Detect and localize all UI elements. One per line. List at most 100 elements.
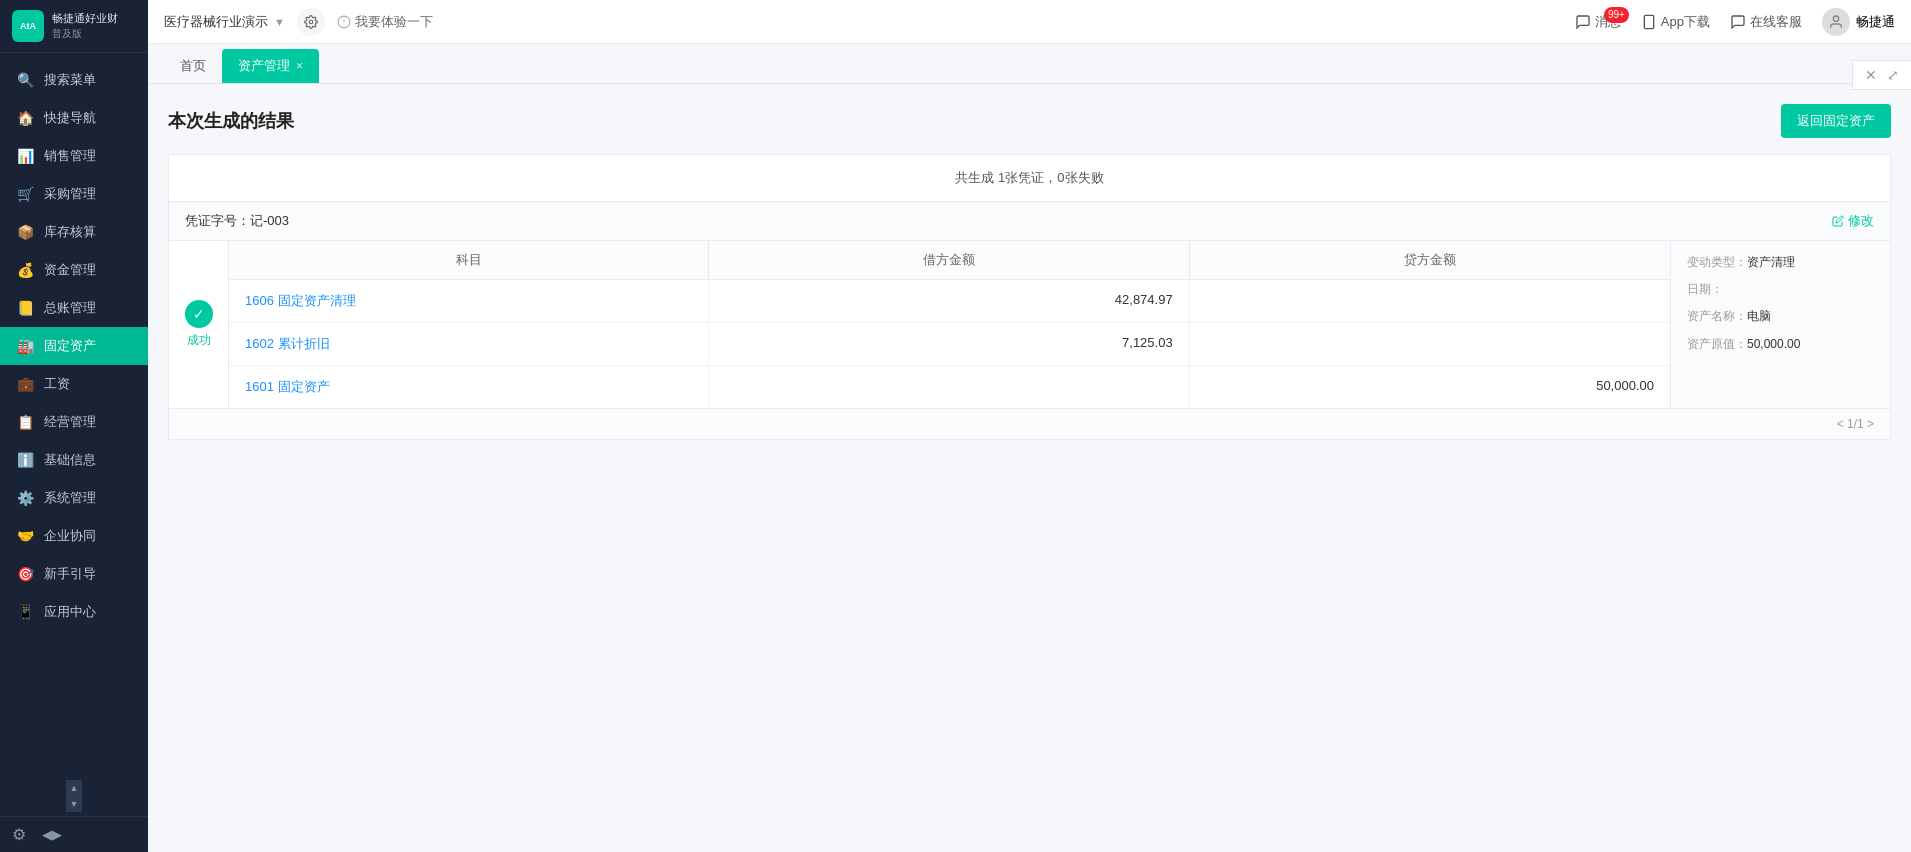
sidebar-bottom: ⚙ ◀▶ xyxy=(0,816,148,852)
sidebar-menu: 🔍 搜索菜单 🏠 快捷导航 📊 销售管理 🛒 采购管理 📦 库存核算 💰 资金管… xyxy=(0,53,148,776)
tab-active-label: 资产管理 xyxy=(238,57,290,75)
summary-text: 共生成 1张凭证，0张失败 xyxy=(955,170,1103,185)
fixed-assets-icon: 🏭 xyxy=(16,337,34,355)
tab-home-label: 首页 xyxy=(180,58,206,73)
tab-asset-management[interactable]: 资产管理 × xyxy=(222,49,319,83)
scroll-down-icon[interactable]: ▼ xyxy=(66,796,82,812)
edit-button[interactable]: 修改 xyxy=(1832,212,1874,230)
original-value-row: 资产原值： 50,000.00 xyxy=(1687,335,1874,354)
basic-info-icon: ℹ️ xyxy=(16,451,34,469)
page-title: 本次生成的结果 xyxy=(168,109,294,133)
sidebar-item-payroll[interactable]: 💼 工资 xyxy=(0,365,148,403)
sidebar-item-guide[interactable]: 🎯 新手引导 xyxy=(0,555,148,593)
purchase-icon: 🛒 xyxy=(16,185,34,203)
sidebar-label-enterprise: 企业协同 xyxy=(44,527,96,545)
svg-rect-4 xyxy=(1644,15,1653,28)
subject-cell-0[interactable]: 1606 固定资产清理 xyxy=(229,280,709,322)
close-window-icon[interactable]: ✕ xyxy=(1861,65,1881,85)
topbar: 医疗器械行业演示 ▼ 我要体验一下 消息 99+ App下载 在线客 xyxy=(148,0,1911,44)
edit-label: 修改 xyxy=(1848,212,1874,230)
table-row: 1601 固定资产 50,000.00 xyxy=(229,366,1670,408)
sidebar-item-sales[interactable]: 📊 销售管理 xyxy=(0,137,148,175)
main-content: 医疗器械行业演示 ▼ 我要体验一下 消息 99+ App下载 在线客 xyxy=(148,0,1911,852)
window-controls: ✕ ⤢ xyxy=(1852,60,1911,90)
inventory-icon: 📦 xyxy=(16,223,34,241)
sidebar-item-enterprise[interactable]: 🤝 企业协同 xyxy=(0,517,148,555)
quick-nav-icon: 🏠 xyxy=(16,109,34,127)
logo-sub: 普及版 xyxy=(52,27,118,41)
sidebar-label-guide: 新手引导 xyxy=(44,565,96,583)
sidebar-item-search[interactable]: 🔍 搜索菜单 xyxy=(0,61,148,99)
table-row: 1602 累计折旧 7,125.03 xyxy=(229,323,1670,366)
svg-point-0 xyxy=(309,20,313,24)
sales-icon: 📊 xyxy=(16,147,34,165)
status-text: 成功 xyxy=(187,332,211,349)
sidebar-item-quick-nav[interactable]: 🏠 快捷导航 xyxy=(0,99,148,137)
date-row: 日期： xyxy=(1687,280,1874,299)
debit-cell-1: 7,125.03 xyxy=(709,323,1189,365)
experience-button[interactable]: 我要体验一下 xyxy=(337,13,433,31)
change-type-label: 变动类型： xyxy=(1687,253,1747,272)
change-type-value: 资产清理 xyxy=(1747,253,1795,272)
collapse-icon[interactable]: ◀▶ xyxy=(42,827,62,842)
payroll-icon: 💼 xyxy=(16,375,34,393)
app-logo: AtA 畅捷通好业财 普及版 xyxy=(0,0,148,53)
sidebar-item-inventory[interactable]: 📦 库存核算 xyxy=(0,213,148,251)
finance-icon: 💰 xyxy=(16,261,34,279)
expand-window-icon[interactable]: ⤢ xyxy=(1883,65,1903,85)
sidebar-item-system[interactable]: ⚙️ 系统管理 xyxy=(0,479,148,517)
voucher-number: 凭证字号：记-003 xyxy=(185,212,289,230)
ledger-icon: 📒 xyxy=(16,299,34,317)
info-panel: 变动类型： 资产清理 日期： 资产名称： 电脑 资产原值： 50,000.00 xyxy=(1670,241,1890,408)
tab-close-icon[interactable]: × xyxy=(296,59,303,73)
voucher-status: ✓ 成功 xyxy=(169,241,229,408)
table-header-cell: 贷方金额 xyxy=(1190,241,1670,279)
sidebar-label-purchase: 采购管理 xyxy=(44,185,96,203)
settings-button[interactable] xyxy=(297,8,325,36)
app-download-label: App下载 xyxy=(1661,13,1710,31)
company-name: 医疗器械行业演示 xyxy=(164,13,268,31)
sidebar-item-purchase[interactable]: 🛒 采购管理 xyxy=(0,175,148,213)
original-value-label: 资产原值： xyxy=(1687,335,1747,354)
sidebar-label-finance: 资金管理 xyxy=(44,261,96,279)
sidebar-item-finance[interactable]: 💰 资金管理 xyxy=(0,251,148,289)
online-support-label: 在线客服 xyxy=(1750,13,1802,31)
svg-point-6 xyxy=(1833,16,1838,21)
subject-cell-1[interactable]: 1602 累计折旧 xyxy=(229,323,709,365)
scroll-up-icon[interactable]: ▲ xyxy=(66,780,82,796)
logo-icon: AtA xyxy=(12,10,44,42)
asset-name-label: 资产名称： xyxy=(1687,307,1747,326)
sidebar-item-ledger[interactable]: 📒 总账管理 xyxy=(0,289,148,327)
user-info[interactable]: 畅捷通 xyxy=(1822,8,1895,36)
sidebar-label-ledger: 总账管理 xyxy=(44,299,96,317)
table-header: 科目借方金额贷方金额 xyxy=(229,241,1670,280)
sidebar-label-search: 搜索菜单 xyxy=(44,71,96,89)
table-row: 1606 固定资产清理 42,874.97 xyxy=(229,280,1670,323)
pagination[interactable]: < 1/1 > xyxy=(169,408,1890,439)
table-rows: 1606 固定资产清理 42,874.97 1602 累计折旧 7,125.03… xyxy=(229,280,1670,408)
user-name: 畅捷通 xyxy=(1856,13,1895,31)
enterprise-icon: 🤝 xyxy=(16,527,34,545)
voucher-body: ✓ 成功 科目借方金额贷方金额 1606 固定资产清理 42,874.97 16… xyxy=(169,241,1890,408)
settings-gear-icon[interactable]: ⚙ xyxy=(12,825,26,844)
date-label: 日期： xyxy=(1687,280,1747,299)
user-avatar xyxy=(1822,8,1850,36)
back-button[interactable]: 返回固定资产 xyxy=(1781,104,1891,138)
sidebar-label-app-center: 应用中心 xyxy=(44,603,96,621)
subject-cell-2[interactable]: 1601 固定资产 xyxy=(229,366,709,408)
company-selector[interactable]: 医疗器械行业演示 ▼ xyxy=(164,13,285,31)
online-support-button[interactable]: 在线客服 xyxy=(1730,13,1802,31)
voucher-table: 科目借方金额贷方金额 1606 固定资产清理 42,874.97 1602 累计… xyxy=(229,241,1670,408)
sidebar-item-app-center[interactable]: 📱 应用中心 xyxy=(0,593,148,631)
sidebar-label-system: 系统管理 xyxy=(44,489,96,507)
messages-badge: 99+ xyxy=(1604,7,1629,23)
experience-label: 我要体验一下 xyxy=(355,13,433,31)
app-download-button[interactable]: App下载 xyxy=(1641,13,1710,31)
app-center-icon: 📱 xyxy=(16,603,34,621)
sidebar-item-fixed-assets[interactable]: 🏭 固定资产 xyxy=(0,327,148,365)
messages-button[interactable]: 消息 99+ xyxy=(1575,13,1621,31)
sidebar-item-basic-info[interactable]: ℹ️ 基础信息 xyxy=(0,441,148,479)
sidebar-label-fixed-assets: 固定资产 xyxy=(44,337,96,355)
tab-home[interactable]: 首页 xyxy=(164,49,222,83)
sidebar-item-operations[interactable]: 📋 经营管理 xyxy=(0,403,148,441)
